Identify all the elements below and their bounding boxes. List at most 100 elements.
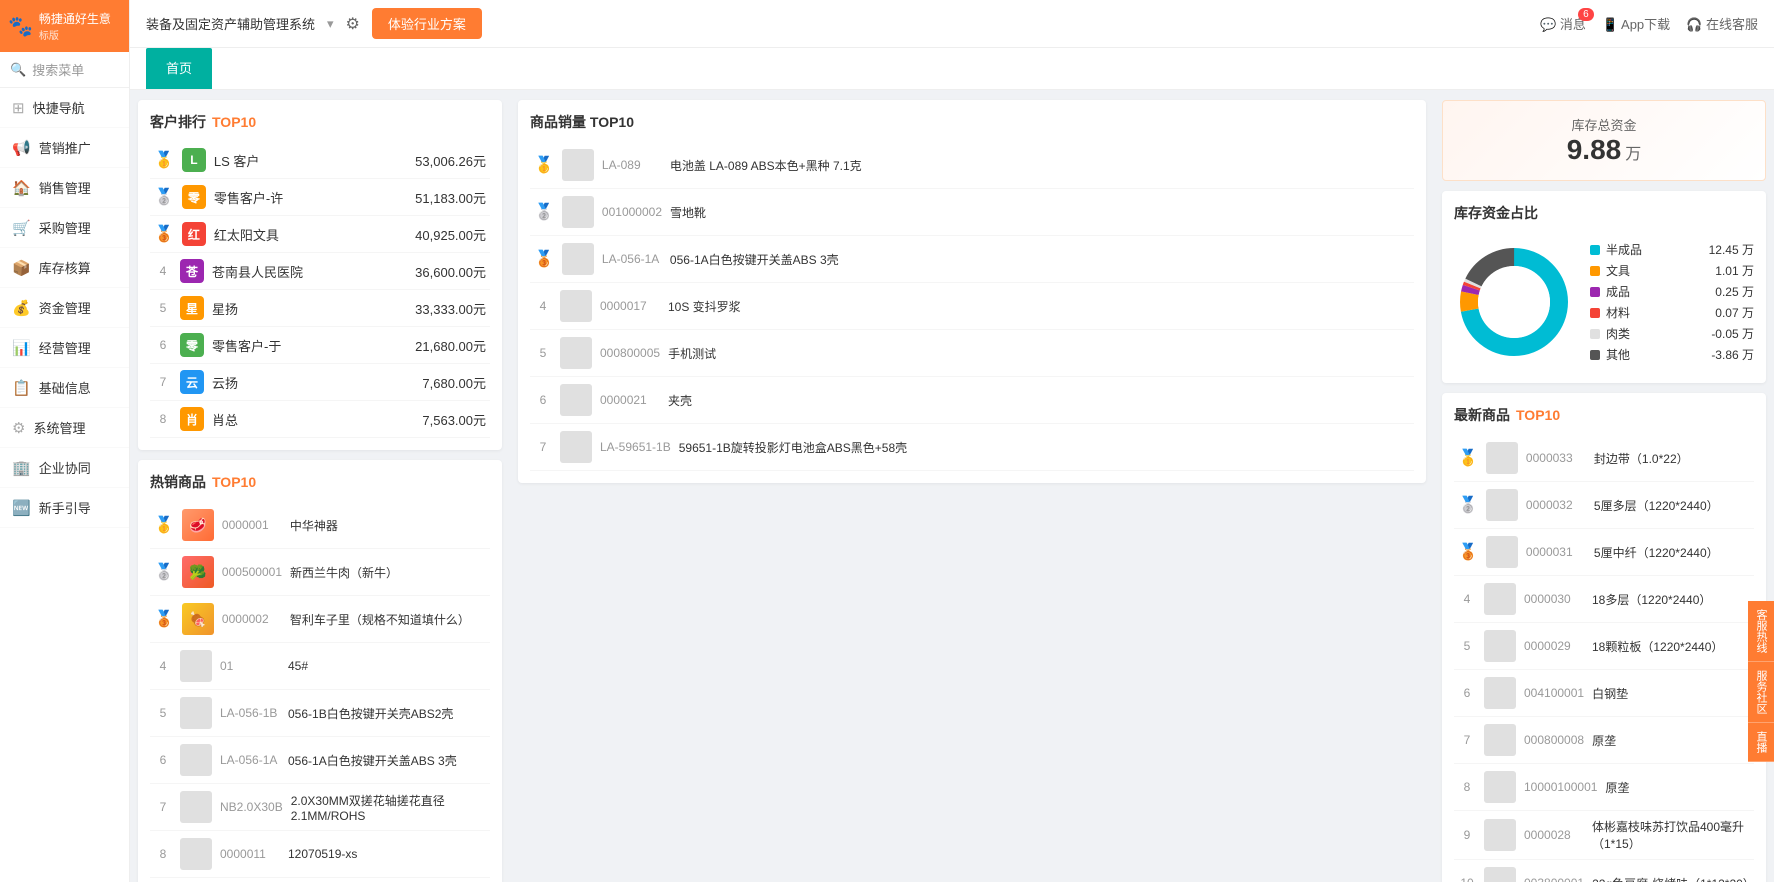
customer-badge-3: 红: [182, 222, 206, 246]
new-product-img-3: [1486, 536, 1518, 568]
product-code-6: LA-056-1A: [220, 753, 280, 767]
sidebar-item-sales[interactable]: 🏠 销售管理: [0, 168, 129, 208]
new-product-code-4: 0000030: [1524, 592, 1584, 606]
sidebar-item-quick-nav[interactable]: ⊞ 快捷导航: [0, 88, 129, 128]
app-download-button[interactable]: 📱 App下载: [1602, 14, 1670, 33]
new-product-code-1: 0000033: [1526, 451, 1586, 465]
legend-label-4: 肉类: [1606, 325, 1705, 342]
legend-val-2: 0.25 万: [1715, 283, 1754, 300]
float-btn-service[interactable]: 客服热线: [1748, 601, 1774, 662]
legend-val-1: 1.01 万: [1715, 262, 1754, 279]
product-code-mid-2: 001000002: [602, 205, 662, 219]
list-item: 9 KK-SD22110H 花语萌恒温分腿睡袋（厚款）: [150, 878, 490, 882]
hot-products-title: 热销商品 TOP10: [150, 472, 490, 492]
online-service-button[interactable]: 🎧 在线客服: [1686, 14, 1758, 33]
logo-line2: 标版: [39, 27, 111, 42]
search-menu[interactable]: 🔍 搜索菜单: [0, 52, 129, 88]
product-code-8: 0000011: [220, 847, 280, 861]
gold-medal-icon: 🥇: [154, 150, 174, 170]
new-product-code-5: 0000029: [1524, 639, 1584, 653]
basic-icon: 📋: [12, 379, 31, 397]
sidebar-item-basic[interactable]: 📋 基础信息: [0, 368, 129, 408]
inventory-chart-card: 库存资金占比: [1442, 191, 1766, 383]
inventory-icon: 📦: [12, 259, 31, 277]
gold-medal-icon: 🥇: [154, 515, 174, 535]
product-code-7: NB2.0X30B: [220, 800, 283, 814]
legend-row-0: 半成品 12.45 万: [1590, 241, 1754, 258]
new-product-code-7: 000800008: [1524, 733, 1584, 747]
legend-row-4: 肉类 -0.05 万: [1590, 325, 1754, 342]
list-item: 10 003800001 22g鱼豆腐-烧烤味（1*12*20）: [1454, 860, 1754, 882]
legend-val-3: 0.07 万: [1715, 304, 1754, 321]
product-code-mid-7: LA-59651-1B: [600, 440, 671, 454]
sidebar-item-operation[interactable]: 📊 经营管理: [0, 328, 129, 368]
list-item: 🥉 红 红太阳文具 40,925.00元: [150, 216, 490, 253]
product-name-1: 中华神器: [290, 517, 486, 534]
product-code-1: 0000001: [222, 518, 282, 532]
float-btn-live[interactable]: 直播: [1748, 723, 1774, 762]
sidebar-item-inventory[interactable]: 📦 库存核算: [0, 248, 129, 288]
product-image-6: [180, 744, 212, 776]
product-name-mid-3: 056-1A白色按键开关盖ABS 3壳: [670, 251, 1410, 268]
legend-row-5: 其他 -3.86 万: [1590, 346, 1754, 363]
product-name-mid-1: 电池盖 LA-089 ABS本色+黑种 7.1克: [670, 157, 1410, 174]
silver-medal-icon: 🥈: [1458, 495, 1478, 515]
silver-medal-icon: 🥈: [154, 187, 174, 207]
new-product-name-8: 原垄: [1605, 779, 1750, 796]
message-badge: 6: [1578, 8, 1594, 21]
sidebar-item-cooperation[interactable]: 🏢 企业协同: [0, 448, 129, 488]
list-item: 🥇 LA-089 电池盖 LA-089 ABS本色+黑种 7.1克: [530, 142, 1414, 189]
customer-name-2: 零售客户-许: [214, 188, 407, 207]
tab-home[interactable]: 首页: [146, 48, 212, 89]
settings-icon[interactable]: ⚙: [346, 14, 360, 34]
legend-val-0: 12.45 万: [1709, 241, 1754, 258]
product-img-mid-3: [562, 243, 594, 275]
list-item: 7 NB2.0X30B 2.0X30MM双搓花轴搓花直径2.1MM/ROHS: [150, 784, 490, 831]
product-img-mid-1: [562, 149, 594, 181]
bronze-medal-icon: 🥉: [154, 609, 174, 629]
customer-badge-4: 苍: [180, 259, 204, 283]
customer-name-4: 苍南县人民医院: [212, 262, 407, 281]
product-code-mid-1: LA-089: [602, 158, 662, 172]
customer-badge-8: 肖: [180, 407, 204, 431]
sidebar-item-guide[interactable]: 🆕 新手引导: [0, 488, 129, 528]
product-code-4: 01: [220, 659, 280, 673]
nav-label-guide: 新手引导: [39, 498, 91, 517]
customer-name-3: 红太阳文具: [214, 225, 407, 244]
float-btn-community[interactable]: 服务社区: [1748, 662, 1774, 723]
trial-button[interactable]: 体验行业方案: [372, 8, 482, 39]
topbar-right: 💬 消息 6 📱 App下载 🎧 在线客服: [1540, 14, 1758, 33]
logo-line1: 畅捷通好生意: [39, 10, 111, 27]
message-button[interactable]: 💬 消息 6: [1540, 14, 1586, 33]
customer-amount-4: 36,600.00元: [415, 262, 486, 281]
list-item: 6 0000021 夹壳: [530, 377, 1414, 424]
list-item: 8 0000011 12070519-xs: [150, 831, 490, 878]
tabs-bar: 首页: [130, 48, 1774, 90]
product-image-7: [180, 791, 212, 823]
donut-chart: [1454, 242, 1574, 362]
list-item: 🥉 🍖 0000002 智利车子里（规格不知道填什么）: [150, 596, 490, 643]
customer-ranking-title: 客户排行 TOP10: [150, 112, 490, 132]
sidebar-item-purchase[interactable]: 🛒 采购管理: [0, 208, 129, 248]
new-product-code-3: 0000031: [1526, 545, 1586, 559]
legend-label-2: 成品: [1606, 283, 1709, 300]
nav-label-finance: 资金管理: [39, 298, 91, 317]
new-product-name-4: 18多层（1220*2440）: [1592, 591, 1750, 608]
legend-row-1: 文具 1.01 万: [1590, 262, 1754, 279]
sidebar-item-finance[interactable]: 💰 资金管理: [0, 288, 129, 328]
product-code-3: 0000002: [222, 612, 282, 626]
new-product-name-9: 体彬嘉枝味苏打饮品400毫升（1*15）: [1592, 818, 1750, 852]
new-product-code-6: 004100001: [1524, 686, 1584, 700]
legend-dot-5: [1590, 350, 1600, 360]
product-img-mid-7: [560, 431, 592, 463]
message-icon: 💬: [1540, 17, 1556, 32]
dropdown-arrow-icon[interactable]: ▾: [327, 16, 334, 32]
sidebar-item-marketing[interactable]: 📢 营销推广: [0, 128, 129, 168]
search-menu-label: 搜索菜单: [32, 60, 84, 79]
customer-badge-1: L: [182, 148, 206, 172]
sidebar-item-system[interactable]: ⚙ 系统管理: [0, 408, 129, 448]
list-item: 7 LA-59651-1B 59651-1B旋转投影灯电池盒ABS黑色+58壳: [530, 424, 1414, 471]
sales-icon: 🏠: [12, 179, 31, 197]
home-icon: ⊞: [12, 99, 25, 117]
middle-column: 商品销量 TOP10 🥇 LA-089 电池盖 LA-089 ABS本色+黑种 …: [510, 90, 1434, 882]
